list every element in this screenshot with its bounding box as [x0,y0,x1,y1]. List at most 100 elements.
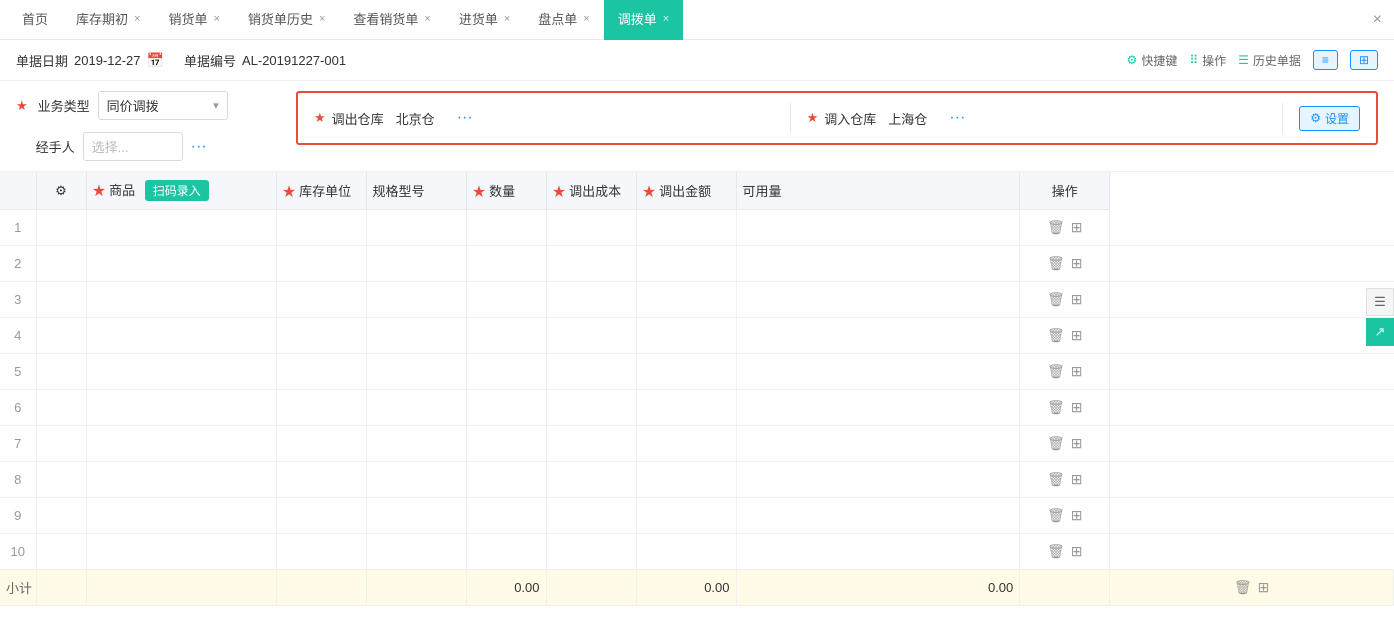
table-row: 7 🗑 ⊞ [0,426,1394,462]
row-copy-icon[interactable]: ⊞ [1071,543,1083,560]
layout-toggle-btn[interactable]: ≡ [1313,50,1338,70]
table-row: 2 🗑 ⊞ [0,246,1394,282]
out-warehouse-value: 北京仓 [396,109,435,128]
history-btn[interactable]: ☰ 历史单据 [1238,52,1301,69]
row-number: 4 [0,318,36,354]
date-value[interactable]: 2019-12-27 [74,53,141,68]
date-label: 单据日期 [16,51,68,70]
row-number: 7 [0,426,36,462]
row-copy-icon[interactable]: ⊞ [1071,327,1083,344]
scan-entry-button[interactable]: 扫码录入 [145,180,209,201]
row-copy-icon[interactable]: ⊞ [1071,255,1083,272]
in-warehouse-req: ★ [807,110,819,126]
row-number: 2 [0,246,36,282]
row-copy-icon[interactable]: ⊞ [1071,291,1083,308]
table-row: 4 🗑 ⊞ [0,318,1394,354]
out-warehouse-req: ★ [314,110,326,126]
table-row: 6 🗑 ⊞ [0,390,1394,426]
subtotal-copy-icon[interactable]: ⊞ [1258,579,1270,596]
row-copy-icon[interactable]: ⊞ [1071,363,1083,380]
subtotal-delete-icon[interactable]: 🗑 [1234,579,1252,596]
code-field: 单据编号 AL-20191227-001 [184,51,346,70]
tab-stocktake[interactable]: 盘点单 × [524,0,603,40]
code-value: AL-20191227-001 [242,53,346,68]
row-delete-icon[interactable]: 🗑 [1047,363,1065,380]
close-sales-history[interactable]: × [319,13,325,25]
business-type-label: 业务类型 [38,96,90,115]
form-area: ★ 业务类型 同价调拨 ▾ ★ 经手人 选择... [0,81,1394,172]
table-settings-icon[interactable]: ⚙ [55,183,67,198]
transfer-table: ⚙ ★ 商品 扫码录入 ★ 库存单位 [0,172,1394,606]
float-list-btn[interactable]: ☰ [1366,288,1394,316]
person-label: 经手人 [36,137,75,156]
header-left: 单据日期 2019-12-27 📅 单据编号 AL-20191227-001 [16,51,346,70]
shortcuts-btn[interactable]: ⚙ 快捷键 [1127,52,1178,69]
main-layout: 单据日期 2019-12-27 📅 单据编号 AL-20191227-001 ⚙… [0,40,1394,634]
table-row: 9 🗑 ⊞ [0,498,1394,534]
row-delete-icon[interactable]: 🗑 [1047,327,1065,344]
row-copy-icon[interactable]: ⊞ [1071,219,1083,236]
warehouse-box: ★ 调出仓库 北京仓 ··· ★ 调入仓库 上海仓 ··· [296,91,1378,145]
close-stocktake[interactable]: × [583,13,589,25]
operations-btn[interactable]: ⠿ 操作 [1189,52,1226,69]
grid-icon: ⠿ [1189,53,1198,67]
row-copy-icon[interactable]: ⊞ [1071,435,1083,452]
close-sales-order[interactable]: × [213,13,219,25]
th-unit: ★ 库存单位 [276,172,366,210]
business-type-select[interactable]: 同价调拨 ▾ [98,91,228,120]
tab-inventory-init[interactable]: 库存期初 × [62,0,154,40]
tab-transfer[interactable]: 调拨单 × [604,0,683,40]
row-delete-icon[interactable]: 🗑 [1047,507,1065,524]
tab-purchase-order[interactable]: 进货单 × [445,0,524,40]
th-product: ★ 商品 扫码录入 [86,172,276,210]
table-row: 10 🗑 ⊞ [0,534,1394,570]
row-copy-icon[interactable]: ⊞ [1071,471,1083,488]
row-copy-icon[interactable]: ⊞ [1071,507,1083,524]
table-row: 3 🗑 ⊞ [0,282,1394,318]
row-delete-icon[interactable]: 🗑 [1047,399,1065,416]
row-delete-icon[interactable]: 🗑 [1047,471,1065,488]
close-purchase-order[interactable]: × [504,13,510,25]
row-delete-icon[interactable]: 🗑 [1047,543,1065,560]
tab-sales-history[interactable]: 销货单历史 × [234,0,339,40]
close-inventory-init[interactable]: × [134,13,140,25]
row-delete-icon[interactable]: 🗑 [1047,219,1065,236]
subtotal-amount: 0.00 [736,570,1020,606]
grid-toggle-btn[interactable]: ⊞ [1350,50,1378,70]
out-warehouse-field: ★ 调出仓库 北京仓 ··· [314,109,774,128]
close-transfer[interactable]: × [663,13,669,25]
float-expand-btn[interactable]: ↗ [1366,318,1394,346]
form-left: ★ 业务类型 同价调拨 ▾ ★ 经手人 选择... [16,91,276,161]
row-number: 9 [0,498,36,534]
in-warehouse-label: 调入仓库 [824,109,876,128]
close-view-sales[interactable]: × [424,13,430,25]
th-avail: 可用量 [736,172,1020,210]
header-area: 单据日期 2019-12-27 📅 单据编号 AL-20191227-001 ⚙… [0,40,1394,81]
out-warehouse-more-btn[interactable]: ··· [453,109,477,127]
date-field: 单据日期 2019-12-27 📅 [16,51,164,70]
th-cost: ★ 调出成本 [546,172,636,210]
window-close-button[interactable]: × [1373,11,1382,29]
in-warehouse-value: 上海仓 [888,109,927,128]
subtotal-label: 小计 [0,570,36,606]
settings-divider [1282,103,1283,133]
table-row: 8 🗑 ⊞ [0,462,1394,498]
th-op: 操作 [1020,172,1110,210]
settings-button[interactable]: ⚙ 设置 [1299,106,1360,131]
row-delete-icon[interactable]: 🗑 [1047,291,1065,308]
table-container[interactable]: ⚙ ★ 商品 扫码录入 ★ 库存单位 [0,172,1394,634]
person-more-btn[interactable]: ··· [191,138,207,156]
row-number: 3 [0,282,36,318]
th-qty: ★ 数量 [466,172,546,210]
row-copy-icon[interactable]: ⊞ [1071,399,1083,416]
row-delete-icon[interactable]: 🗑 [1047,435,1065,452]
row-delete-icon[interactable]: 🗑 [1047,255,1065,272]
table-row: 1 🗑 ⊞ [0,210,1394,246]
tab-sales-order[interactable]: 销货单 × [154,0,233,40]
tab-view-sales[interactable]: 查看销货单 × [339,0,444,40]
tab-home[interactable]: 首页 [8,0,62,40]
th-gear[interactable]: ⚙ [36,172,86,210]
in-warehouse-more-btn[interactable]: ··· [945,109,969,127]
person-select[interactable]: 选择... [83,132,183,161]
calendar-icon[interactable]: 📅 [147,52,164,69]
